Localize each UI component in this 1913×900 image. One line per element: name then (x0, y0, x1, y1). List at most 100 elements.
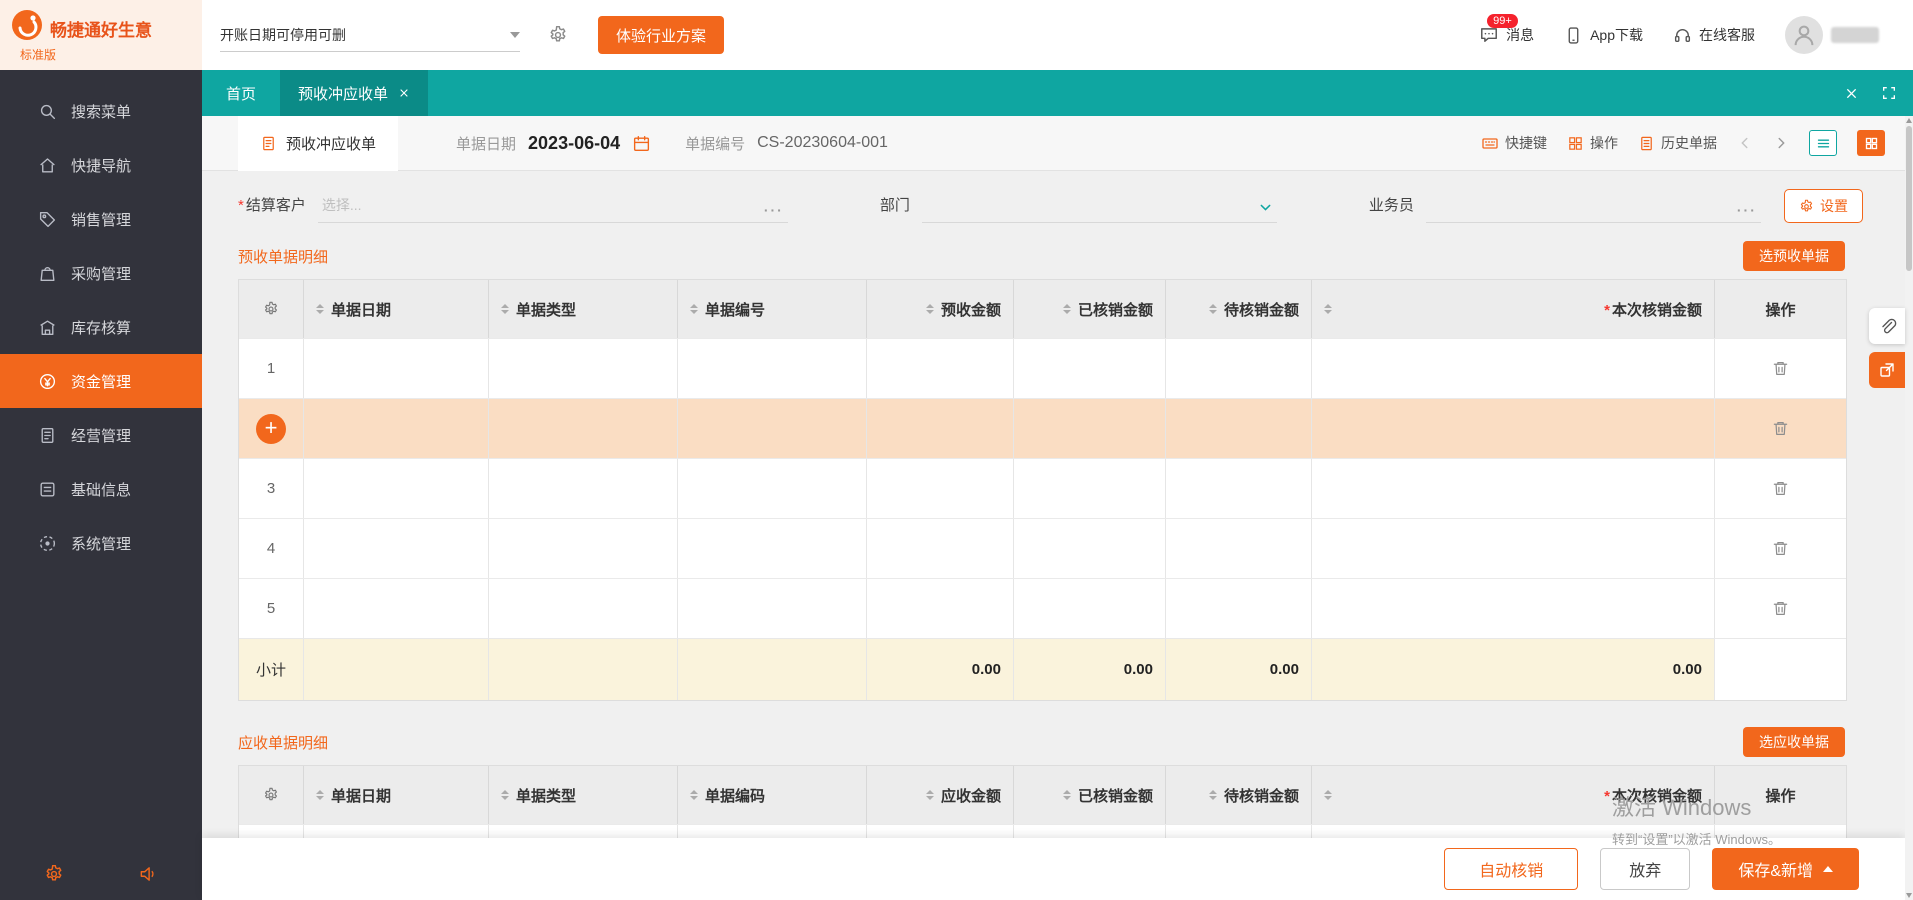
sidebar-item-inventory[interactable]: 库存核算 (0, 300, 202, 354)
date-value[interactable]: 2023-06-04 (528, 133, 620, 154)
list-view-button[interactable] (1809, 130, 1837, 156)
user-menu[interactable] (1785, 16, 1879, 54)
history-button[interactable]: 历史单据 (1638, 133, 1717, 153)
grid-cell[interactable] (489, 459, 678, 518)
grid-cell[interactable] (1014, 399, 1166, 458)
tab-close-icon[interactable] (398, 87, 410, 99)
calendar-icon[interactable] (632, 134, 651, 153)
grid-cell[interactable] (867, 519, 1014, 578)
column-header[interactable]: 单据类型 (489, 280, 678, 338)
field-settings-button[interactable]: 设置 (1784, 189, 1863, 223)
grid-cell[interactable] (867, 579, 1014, 638)
grid-cell[interactable] (1014, 519, 1166, 578)
grid-cell[interactable] (1166, 459, 1312, 518)
grid-cell[interactable] (678, 519, 867, 578)
shortcuts-button[interactable]: 快捷键 (1481, 133, 1547, 153)
grid-cell[interactable] (1014, 339, 1166, 398)
grid-cell[interactable] (1312, 519, 1715, 578)
grid-cell[interactable] (489, 399, 678, 458)
sidebar-item-funds[interactable]: 资金管理 (0, 354, 202, 408)
grid-cell[interactable] (867, 459, 1014, 518)
online-service-button[interactable]: 在线客服 (1673, 25, 1755, 45)
grid-cell[interactable] (489, 519, 678, 578)
column-settings-button[interactable] (239, 280, 304, 338)
sidebar-item-operations[interactable]: 经营管理 (0, 408, 202, 462)
scroll-down-icon[interactable] (1906, 893, 1912, 898)
grid-cell[interactable] (489, 339, 678, 398)
salesman-input[interactable]: ··· (1426, 191, 1761, 223)
sound-icon[interactable] (138, 864, 158, 884)
tab-active[interactable]: 预收冲应收单 (280, 70, 428, 116)
column-header[interactable]: 单据类型 (489, 766, 678, 824)
more-icon[interactable]: ··· (764, 205, 784, 215)
grid-cell[interactable] (678, 579, 867, 638)
select-receivable-docs-button[interactable]: 选应收单据 (1743, 727, 1845, 757)
column-header[interactable]: 应收金额 (867, 766, 1014, 824)
chevron-down-icon[interactable] (1258, 200, 1273, 215)
department-input[interactable] (922, 191, 1277, 223)
grid-cell[interactable] (1166, 399, 1312, 458)
app-download-button[interactable]: App下载 (1564, 25, 1643, 45)
attachment-float-button[interactable] (1869, 308, 1905, 344)
save-and-new-button[interactable]: 保存&新增 (1712, 848, 1859, 890)
sidebar-item-quick-nav[interactable]: 快捷导航 (0, 138, 202, 192)
grid-cell[interactable] (1014, 579, 1166, 638)
discard-button[interactable]: 放弃 (1600, 848, 1690, 890)
delete-row-button[interactable] (1772, 360, 1789, 377)
grid-cell[interactable] (678, 399, 867, 458)
grid-cell[interactable] (678, 339, 867, 398)
grid-cell[interactable] (1166, 339, 1312, 398)
grid-cell[interactable] (867, 339, 1014, 398)
delete-row-button[interactable] (1772, 420, 1789, 437)
messages-button[interactable]: 99+ 消息 (1479, 25, 1534, 45)
prev-doc-icon[interactable] (1737, 135, 1753, 151)
column-header[interactable]: 待核销金额 (1166, 280, 1312, 338)
customer-input[interactable]: 选择... ··· (318, 191, 788, 223)
grid-cell[interactable] (1312, 579, 1715, 638)
grid-cell[interactable] (1312, 459, 1715, 518)
grid-cell[interactable] (1166, 579, 1312, 638)
column-header[interactable]: 预收金额 (867, 280, 1014, 338)
column-settings-button[interactable] (239, 766, 304, 824)
settings-gear-icon[interactable] (548, 25, 568, 45)
footer-gear-icon[interactable] (44, 864, 64, 884)
more-icon[interactable]: ··· (1737, 205, 1757, 215)
sidebar-item-system[interactable]: 系统管理 (0, 516, 202, 570)
grid-cell[interactable] (1312, 339, 1715, 398)
tab-home[interactable]: 首页 (202, 70, 280, 116)
grid-cell[interactable] (304, 459, 489, 518)
column-header[interactable]: 操作 (1715, 766, 1846, 824)
column-header[interactable]: *本次核销金额 (1312, 280, 1715, 338)
close-tabs-icon[interactable] (1844, 86, 1859, 101)
sidebar-item-search[interactable]: 搜索菜单 (0, 84, 202, 138)
auto-writeoff-button[interactable]: 自动核销 (1444, 848, 1578, 890)
vertical-scrollbar[interactable] (1905, 116, 1913, 900)
column-header[interactable]: 已核销金额 (1014, 766, 1166, 824)
column-header[interactable]: 单据日期 (304, 766, 489, 824)
next-doc-icon[interactable] (1773, 135, 1789, 151)
sidebar-item-basic-info[interactable]: 基础信息 (0, 462, 202, 516)
card-view-button[interactable] (1857, 130, 1885, 156)
grid-cell[interactable] (1166, 519, 1312, 578)
grid-cell[interactable] (678, 459, 867, 518)
delete-row-button[interactable] (1772, 600, 1789, 617)
grid-cell[interactable] (867, 399, 1014, 458)
fullscreen-icon[interactable] (1881, 85, 1897, 101)
document-tab[interactable]: 预收冲应收单 (238, 116, 398, 171)
trial-plan-button[interactable]: 体验行业方案 (598, 16, 724, 54)
add-row-button[interactable]: + (256, 414, 286, 444)
grid-cell[interactable] (304, 519, 489, 578)
column-header[interactable]: *本次核销金额 (1312, 766, 1715, 824)
delete-row-button[interactable] (1772, 540, 1789, 557)
sidebar-item-sales[interactable]: 销售管理 (0, 192, 202, 246)
column-header[interactable]: 操作 (1715, 280, 1846, 338)
grid-cell[interactable] (1014, 459, 1166, 518)
column-header[interactable]: 单据编号 (678, 280, 867, 338)
delete-row-button[interactable] (1772, 480, 1789, 497)
quick-panel-float-button[interactable] (1869, 352, 1905, 388)
grid-cell[interactable] (304, 399, 489, 458)
grid-cell[interactable] (304, 579, 489, 638)
column-header[interactable]: 已核销金额 (1014, 280, 1166, 338)
operations-button[interactable]: 操作 (1567, 133, 1618, 153)
grid-cell[interactable] (304, 339, 489, 398)
